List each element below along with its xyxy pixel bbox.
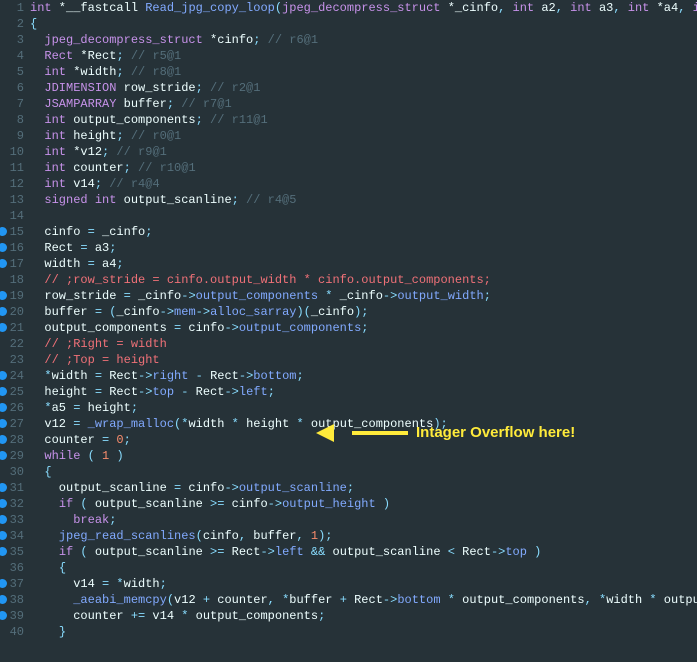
line-number: 18 bbox=[0, 272, 24, 288]
code-line: int *__fastcall Read_jpg_copy_loop(jpeg_… bbox=[30, 0, 697, 16]
line-number: 33 bbox=[0, 512, 24, 528]
code-line: int output_components; // r11@1 bbox=[30, 112, 697, 128]
line-number: 13 bbox=[0, 192, 24, 208]
code-line: buffer = (_cinfo->mem->alloc_sarray)(_ci… bbox=[30, 304, 697, 320]
code-line: jpeg_read_scanlines(cinfo, buffer, 1); bbox=[30, 528, 697, 544]
line-number: 8 bbox=[0, 112, 24, 128]
line-number: 15 bbox=[0, 224, 24, 240]
line-number: 30 bbox=[0, 464, 24, 480]
code-line bbox=[30, 208, 697, 224]
line-number: 35 bbox=[0, 544, 24, 560]
code-line: { bbox=[30, 464, 697, 480]
line-number: 17 bbox=[0, 256, 24, 272]
code-line: { bbox=[30, 16, 697, 32]
line-number: 5 bbox=[0, 64, 24, 80]
line-number: 6 bbox=[0, 80, 24, 96]
code-line: signed int output_scanline; // r4@5 bbox=[30, 192, 697, 208]
code-line: int counter; // r10@1 bbox=[30, 160, 697, 176]
code-line: if ( output_scanline >= cinfo->output_he… bbox=[30, 496, 697, 512]
code-line: width = a4; bbox=[30, 256, 697, 272]
code-line: break; bbox=[30, 512, 697, 528]
code-line: int *width; // r8@1 bbox=[30, 64, 697, 80]
code-line: counter += v14 * output_components; bbox=[30, 608, 697, 624]
line-number: 2 bbox=[0, 16, 24, 32]
code-line: int *v12; // r9@1 bbox=[30, 144, 697, 160]
code-line: // ;Top = height bbox=[30, 352, 697, 368]
line-number: 26 bbox=[0, 400, 24, 416]
code-line: row_stride = _cinfo->output_components *… bbox=[30, 288, 697, 304]
code-line: JSAMPARRAY buffer; // r7@1 bbox=[30, 96, 697, 112]
line-number: 36 bbox=[0, 560, 24, 576]
line-number: 29 bbox=[0, 448, 24, 464]
code-line: v14 = *width; bbox=[30, 576, 697, 592]
line-number: 21 bbox=[0, 320, 24, 336]
line-number: 31 bbox=[0, 480, 24, 496]
code-line: int v14; // r4@4 bbox=[30, 176, 697, 192]
line-number: 3 bbox=[0, 32, 24, 48]
line-number: 20 bbox=[0, 304, 24, 320]
line-number: 32 bbox=[0, 496, 24, 512]
line-number: 39 bbox=[0, 608, 24, 624]
line-number: 22 bbox=[0, 336, 24, 352]
code-line: } bbox=[30, 624, 697, 640]
line-number: 27 bbox=[0, 416, 24, 432]
line-number: 1 bbox=[0, 0, 24, 16]
line-number: 14 bbox=[0, 208, 24, 224]
code-line: Rect = a3; bbox=[30, 240, 697, 256]
code-area: int *__fastcall Read_jpg_copy_loop(jpeg_… bbox=[30, 0, 697, 640]
code-line: output_scanline = cinfo->output_scanline… bbox=[30, 480, 697, 496]
code-line: int height; // r0@1 bbox=[30, 128, 697, 144]
code-line: output_components = cinfo->output_compon… bbox=[30, 320, 697, 336]
code-line: v12 = _wrap_malloc(*width * height * out… bbox=[30, 416, 697, 432]
line-number: 34 bbox=[0, 528, 24, 544]
line-number: 4 bbox=[0, 48, 24, 64]
code-line: *width = Rect->right - Rect->bottom; bbox=[30, 368, 697, 384]
line-number: 12 bbox=[0, 176, 24, 192]
line-number: 7 bbox=[0, 96, 24, 112]
code-line: // ;Right = width bbox=[30, 336, 697, 352]
line-number: 9 bbox=[0, 128, 24, 144]
code-line: // ;row_stride = cinfo.output_width * ci… bbox=[30, 272, 697, 288]
code-line: Rect *Rect; // r5@1 bbox=[30, 48, 697, 64]
line-number: 37 bbox=[0, 576, 24, 592]
line-number: 24 bbox=[0, 368, 24, 384]
line-number: 25 bbox=[0, 384, 24, 400]
code-line: JDIMENSION row_stride; // r2@1 bbox=[30, 80, 697, 96]
line-number: 19 bbox=[0, 288, 24, 304]
code-line: _aeabi_memcpy(v12 + counter, *buffer + R… bbox=[30, 592, 697, 608]
code-line: while ( 1 ) bbox=[30, 448, 697, 464]
code-line: cinfo = _cinfo; bbox=[30, 224, 697, 240]
line-number: 40 bbox=[0, 624, 24, 640]
line-number: 10 bbox=[0, 144, 24, 160]
code-line: *a5 = height; bbox=[30, 400, 697, 416]
line-number: 38 bbox=[0, 592, 24, 608]
code-line: { bbox=[30, 560, 697, 576]
code-line: jpeg_decompress_struct *cinfo; // r6@1 bbox=[30, 32, 697, 48]
code-line: counter = 0; bbox=[30, 432, 697, 448]
line-number: 11 bbox=[0, 160, 24, 176]
line-number: 23 bbox=[0, 352, 24, 368]
code-line: if ( output_scanline >= Rect->left && ou… bbox=[30, 544, 697, 560]
line-number-gutter: 1234567891011121314151617181920212223242… bbox=[0, 0, 28, 640]
code-line: height = Rect->top - Rect->left; bbox=[30, 384, 697, 400]
line-number: 28 bbox=[0, 432, 24, 448]
line-number: 16 bbox=[0, 240, 24, 256]
